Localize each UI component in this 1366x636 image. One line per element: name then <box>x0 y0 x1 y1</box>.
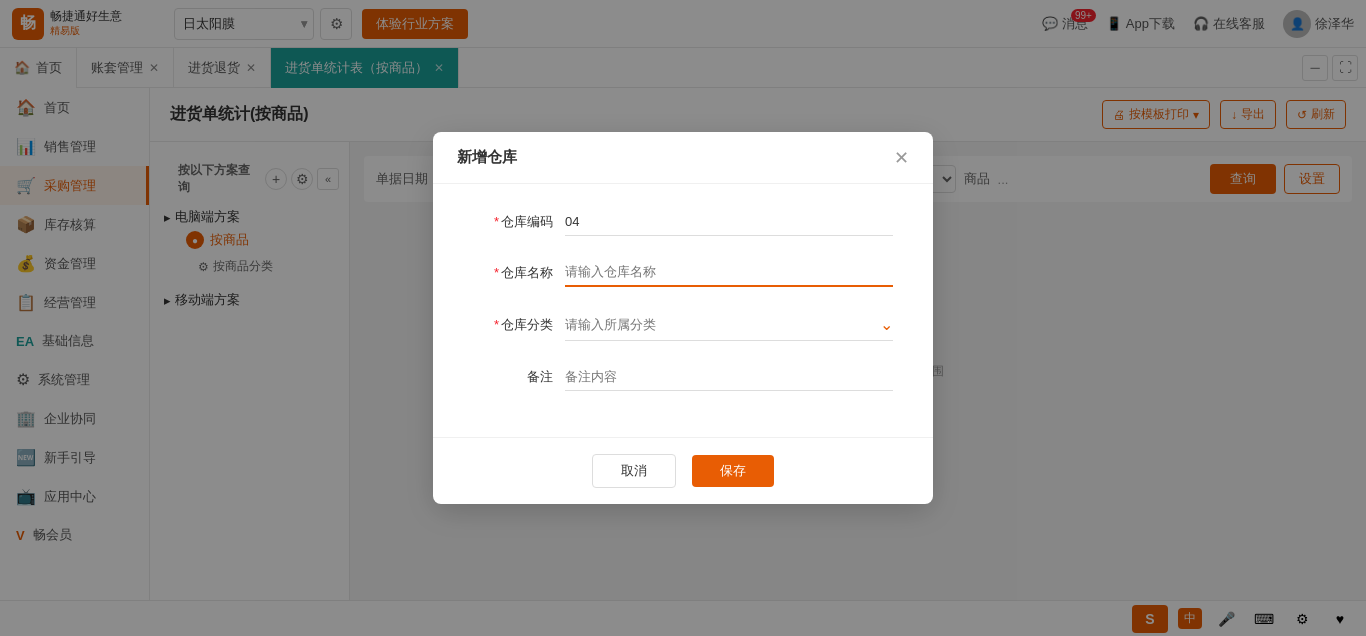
note-label: 备注 <box>473 368 553 386</box>
modal-footer: 取消 保存 <box>433 437 933 504</box>
form-row-note: 备注 <box>473 363 893 391</box>
category-select-row[interactable]: ⌄ <box>565 309 893 341</box>
modal-title: 新增仓库 <box>457 148 517 167</box>
modal-header: 新增仓库 ✕ <box>433 132 933 184</box>
code-label: 仓库编码 <box>473 213 553 231</box>
add-warehouse-modal: 新增仓库 ✕ 仓库编码 仓库名称 仓库分类 ⌄ 备注 取消 保存 <box>433 132 933 504</box>
form-row-name: 仓库名称 <box>473 258 893 287</box>
cancel-button[interactable]: 取消 <box>592 454 676 488</box>
category-label: 仓库分类 <box>473 316 553 334</box>
modal-body: 仓库编码 仓库名称 仓库分类 ⌄ 备注 <box>433 184 933 437</box>
name-label: 仓库名称 <box>473 264 553 282</box>
code-input[interactable] <box>565 208 893 236</box>
category-input[interactable] <box>565 317 880 332</box>
note-input[interactable] <box>565 363 893 391</box>
form-row-code: 仓库编码 <box>473 208 893 236</box>
save-button[interactable]: 保存 <box>692 455 774 487</box>
category-dropdown-icon: ⌄ <box>880 315 893 334</box>
form-row-category: 仓库分类 ⌄ <box>473 309 893 341</box>
name-input[interactable] <box>565 258 893 287</box>
modal-close-btn[interactable]: ✕ <box>894 149 909 167</box>
